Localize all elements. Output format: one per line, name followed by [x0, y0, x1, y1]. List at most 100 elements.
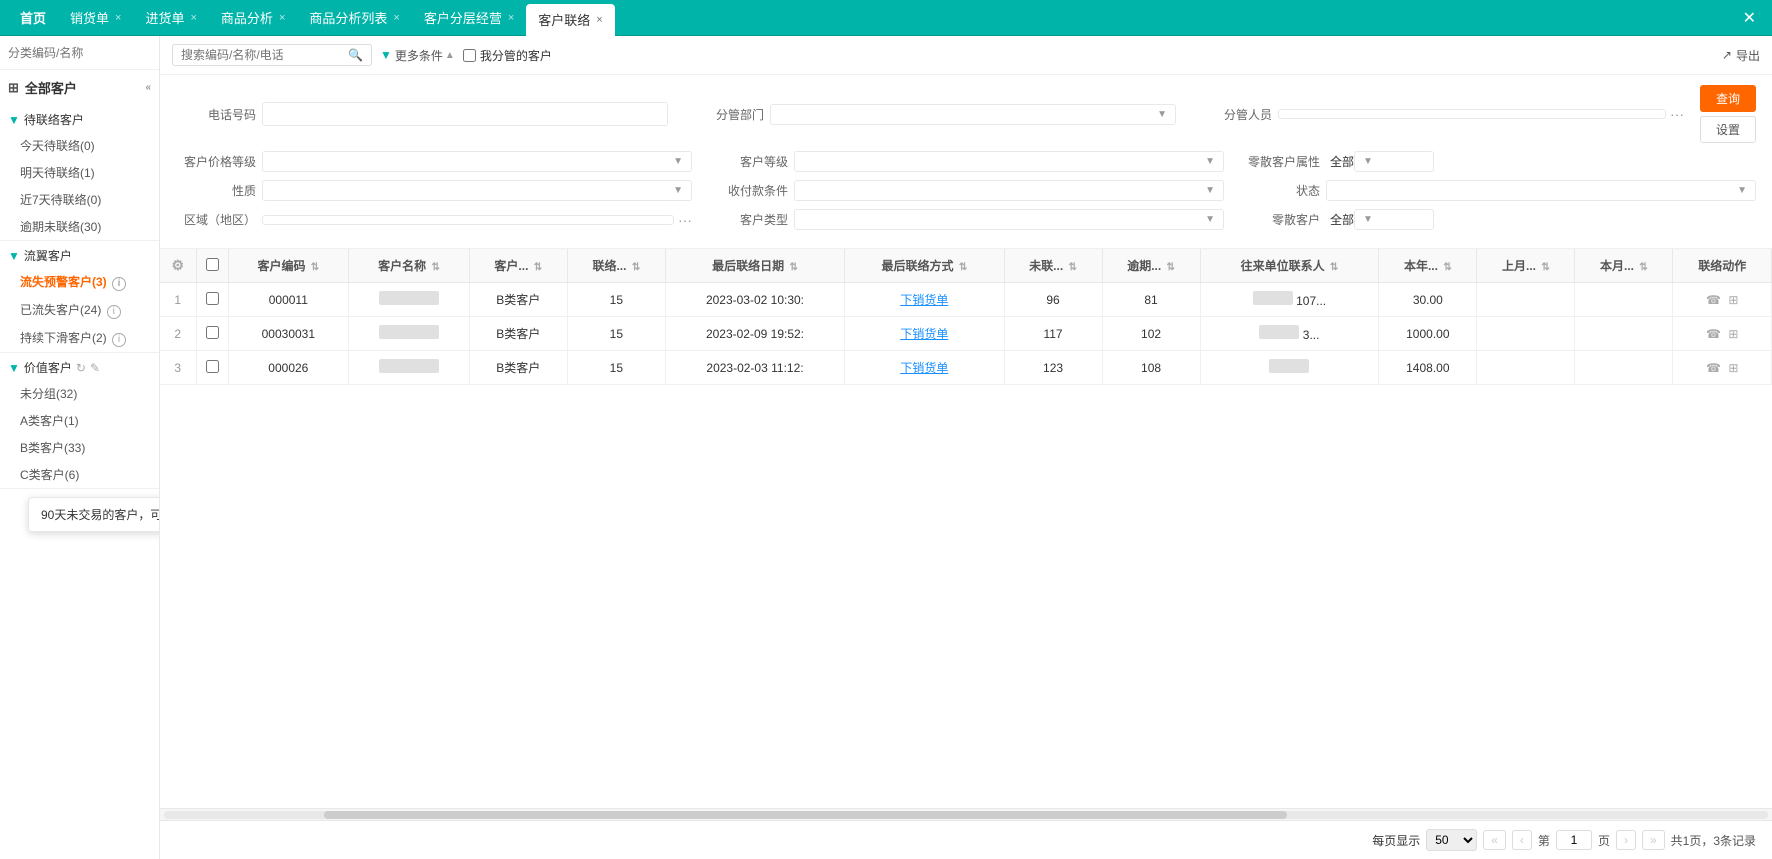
filter-zero-attr-select[interactable]: ▼: [1354, 151, 1434, 172]
row-action-2[interactable]: ☎ ⊞: [1673, 351, 1772, 385]
row-check-1[interactable]: [196, 317, 228, 351]
filter-more-btn[interactable]: ▼ 更多条件 ▲: [380, 47, 455, 64]
info-icon-lost-pre[interactable]: i: [112, 277, 126, 291]
tab-sales-close[interactable]: ×: [115, 12, 121, 24]
scrollbar-track[interactable]: [164, 811, 1768, 819]
col-code[interactable]: 客户编码 ⇅: [228, 249, 349, 283]
tab-purchase[interactable]: 进货单 ×: [133, 0, 208, 36]
filter-cust-type-select[interactable]: ▼: [794, 209, 1224, 230]
tab-home[interactable]: 首页: [8, 0, 58, 36]
row-action-contact-icon[interactable]: ☎: [1706, 361, 1721, 375]
row-action-more-icon[interactable]: ⊞: [1728, 293, 1738, 307]
scrollbar-thumb[interactable]: [324, 811, 1286, 819]
my-customers-checkbox[interactable]: [463, 49, 476, 62]
info-icon-lost[interactable]: i: [107, 305, 121, 319]
page-input[interactable]: [1556, 830, 1592, 850]
sidebar-value-title[interactable]: ▼ 价值客户 ↻ ✎: [0, 353, 159, 380]
col-company-contact[interactable]: 往来单位联系人 ⇅: [1200, 249, 1379, 283]
col-last-date[interactable]: 最后联络日期 ⇅: [665, 249, 844, 283]
query-action-btns: 查询 设置: [1700, 85, 1756, 143]
filter-retail-select[interactable]: ▼: [1354, 209, 1434, 230]
tooltip-text: 90天未交易的客户，可能有流失风险。: [41, 508, 160, 522]
row-action-more-icon[interactable]: ⊞: [1728, 327, 1738, 341]
last-page-btn[interactable]: »: [1642, 830, 1665, 850]
main-search-icon[interactable]: 🔍: [348, 48, 363, 62]
my-customers-filter[interactable]: 我分管的客户: [463, 47, 552, 64]
tab-sales[interactable]: 销货单 ×: [58, 0, 133, 36]
settings-btn[interactable]: 设置: [1700, 116, 1756, 143]
value-refresh-icon[interactable]: ↻: [76, 361, 86, 375]
main-search-input[interactable]: [181, 48, 348, 62]
tab-customer-segment-close[interactable]: ×: [508, 12, 514, 24]
advanced-filter-panel: 电话号码 分管部门 ▼ 分管人员 ···: [160, 75, 1772, 249]
col-uncontacted[interactable]: 未联... ⇅: [1004, 249, 1102, 283]
select-all-checkbox[interactable]: [206, 258, 219, 271]
filter-cust-grade-select[interactable]: ▼: [794, 151, 1224, 172]
col-this-year[interactable]: 本年... ⇅: [1379, 249, 1477, 283]
tab-customer-contact-close[interactable]: ×: [596, 14, 602, 26]
sidebar-item-b-class[interactable]: B类客户(33): [0, 434, 159, 461]
collapse-icon[interactable]: «: [145, 82, 151, 93]
tab-product-analysis[interactable]: 商品分析 ×: [209, 0, 297, 36]
sidebar-item-lost-pre[interactable]: 流失预警客户(3) i: [0, 268, 159, 296]
filter-more-label: 更多条件: [395, 47, 443, 64]
sidebar-item-7days[interactable]: 近7天待联络(0): [0, 186, 159, 213]
col-last-method[interactable]: 最后联络方式 ⇅: [845, 249, 1004, 283]
row-check-2[interactable]: [196, 351, 228, 385]
tab-product-list[interactable]: 商品分析列表 ×: [297, 0, 411, 36]
first-page-btn[interactable]: «: [1483, 830, 1506, 850]
sidebar-lost-title[interactable]: ▼ 流翼客户: [0, 241, 159, 268]
value-edit-icon[interactable]: ✎: [90, 361, 100, 375]
row-action-more-icon[interactable]: ⊞: [1728, 361, 1738, 375]
tab-customer-segment[interactable]: 客户分层经营 ×: [412, 0, 526, 36]
export-btn[interactable]: ↗ 导出: [1722, 47, 1760, 64]
per-page-select[interactable]: 50 20 100: [1426, 829, 1477, 851]
filter-payment-select[interactable]: ▼: [794, 180, 1224, 201]
tab-purchase-close[interactable]: ×: [190, 12, 196, 24]
row-method-0[interactable]: 下销货单: [845, 283, 1004, 317]
filter-nature-select[interactable]: ▼: [262, 180, 692, 201]
sidebar-item-tomorrow[interactable]: 明天待联络(1): [0, 159, 159, 186]
col-last-month[interactable]: 上月... ⇅: [1477, 249, 1575, 283]
row-action-1[interactable]: ☎ ⊞: [1673, 317, 1772, 351]
col-overdue[interactable]: 逾期... ⇅: [1102, 249, 1200, 283]
filter-phone-input[interactable]: [262, 102, 668, 126]
filter-price-grade-select[interactable]: ▼: [262, 151, 692, 172]
col-name[interactable]: 客户名称 ⇅: [349, 249, 470, 283]
window-close-btn[interactable]: ✕: [1735, 8, 1764, 28]
tab-customer-contact[interactable]: 客户联络 ×: [526, 4, 614, 36]
sidebar-all-customers[interactable]: ⊞ 全部客户 «: [0, 70, 159, 105]
row-action-contact-icon[interactable]: ☎: [1706, 327, 1721, 341]
filter-dept-select[interactable]: ▼: [770, 104, 1176, 125]
col-customer-type[interactable]: 客户... ⇅: [469, 249, 567, 283]
filter-person-dots[interactable]: ···: [1670, 106, 1684, 122]
sidebar-item-c-class[interactable]: C类客户(6): [0, 461, 159, 488]
query-btn[interactable]: 查询: [1700, 85, 1756, 112]
sidebar-item-lost[interactable]: 已流失客户(24) i: [0, 296, 159, 324]
info-icon-hold-down[interactable]: i: [112, 333, 126, 347]
sidebar-search-input[interactable]: [8, 46, 160, 60]
horizontal-scrollbar[interactable]: [160, 808, 1772, 820]
sidebar-item-overdue[interactable]: 逾期未联络(30): [0, 213, 159, 240]
prev-page-btn[interactable]: ‹: [1512, 830, 1532, 850]
row-check-0[interactable]: [196, 283, 228, 317]
settings-gear-icon[interactable]: ⚙: [171, 257, 184, 273]
sidebar-item-ungroup[interactable]: 未分组(32): [0, 380, 159, 407]
sidebar-item-hold-down[interactable]: 持续下滑客户(2) i: [0, 324, 159, 352]
next-page-btn[interactable]: ›: [1616, 830, 1636, 850]
filter-region-dots[interactable]: ···: [678, 212, 692, 228]
sidebar-item-a-class[interactable]: A类客户(1): [0, 407, 159, 434]
filter-status-select[interactable]: ▼: [1326, 180, 1756, 201]
row-method-2[interactable]: 下销货单: [845, 351, 1004, 385]
filter-region-select[interactable]: [262, 215, 674, 225]
row-action-0[interactable]: ☎ ⊞: [1673, 283, 1772, 317]
tab-product-list-close[interactable]: ×: [393, 12, 399, 24]
row-action-contact-icon[interactable]: ☎: [1706, 293, 1721, 307]
row-method-1[interactable]: 下销货单: [845, 317, 1004, 351]
tab-product-analysis-close[interactable]: ×: [279, 12, 285, 24]
sidebar-pending-title[interactable]: ▼ 待联络客户: [0, 105, 159, 132]
col-contact[interactable]: 联络... ⇅: [567, 249, 665, 283]
filter-person-select[interactable]: [1278, 109, 1666, 119]
col-this-month[interactable]: 本月... ⇅: [1575, 249, 1673, 283]
sidebar-item-today[interactable]: 今天待联络(0): [0, 132, 159, 159]
